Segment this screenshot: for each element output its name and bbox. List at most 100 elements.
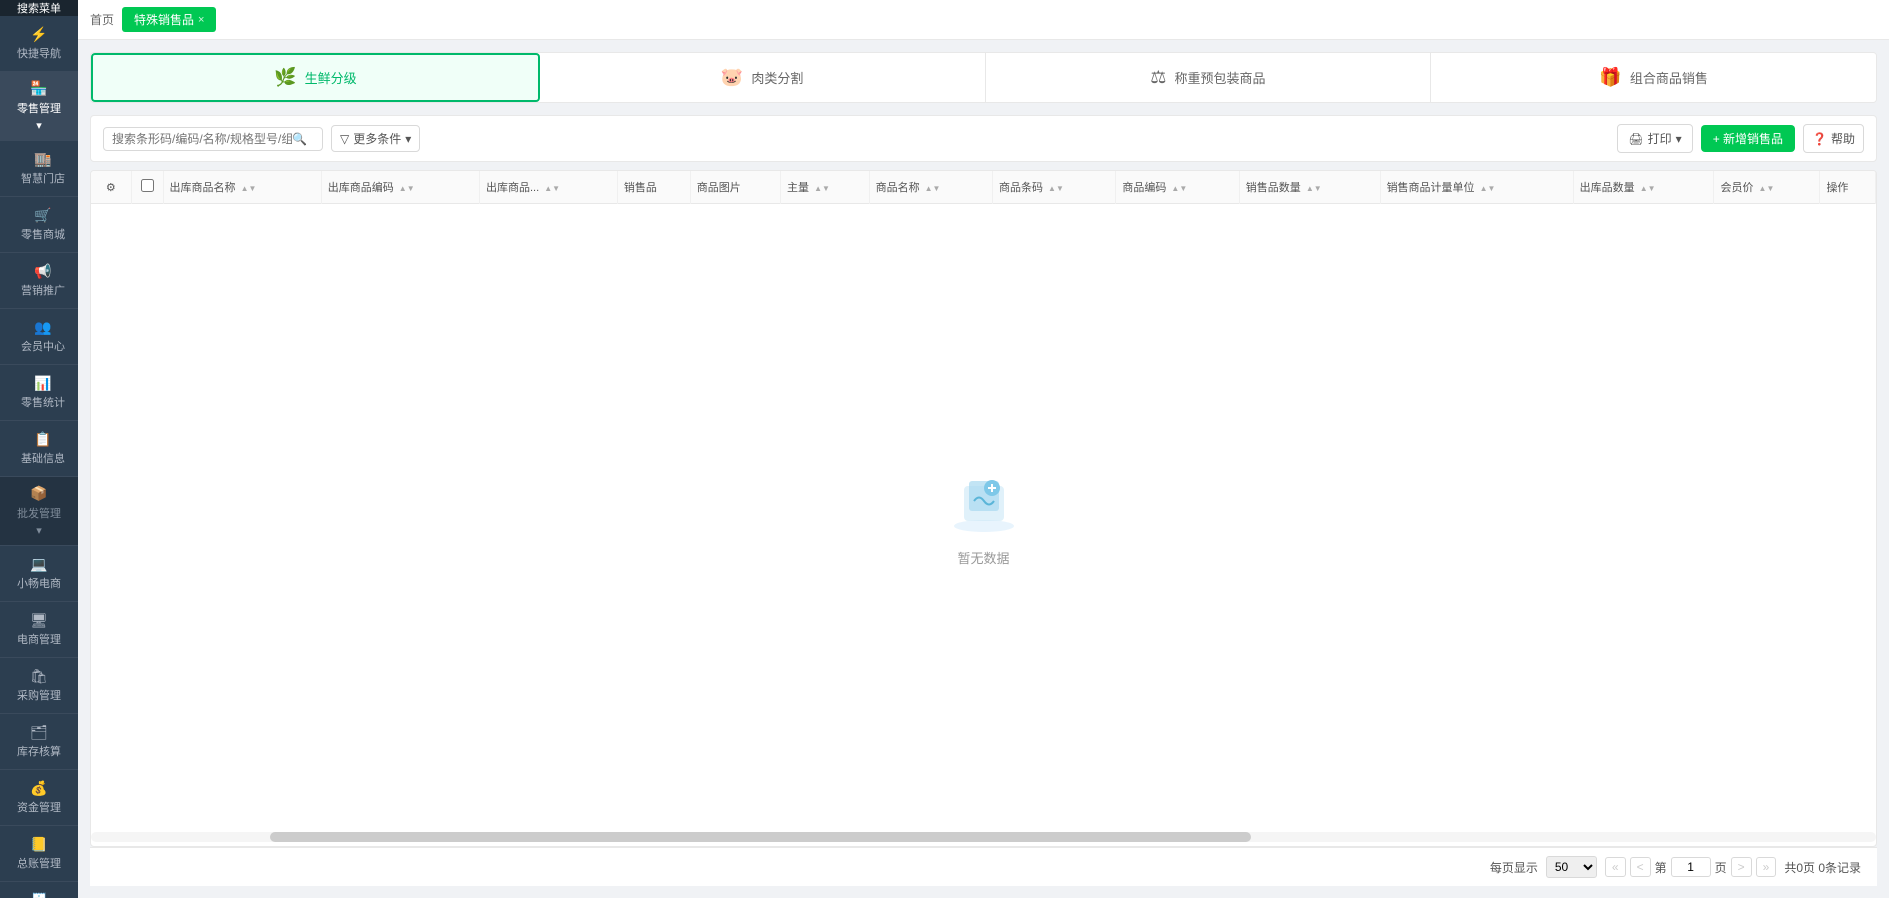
sidebar-item-smart-store[interactable]: 🏬 智慧门店 [0,141,78,197]
marketing-icon: 📢 [34,263,51,280]
sidebar-item-retail-mgmt[interactable]: 🏪 零售管理 ▾ [0,72,78,141]
first-page-button[interactable]: « [1605,857,1626,877]
column-settings-icon[interactable]: ⚙ [106,182,116,194]
tab-fresh-grading-label: 生鲜分级 [305,68,357,87]
tab-scale-prepack[interactable]: ⚖ 称重预包装商品 [986,53,1432,102]
th-product-code: 商品编码 ▲▼ [1116,171,1239,204]
help-icon: ❓ [1812,132,1827,146]
topbar-home[interactable]: 首页 [90,11,114,28]
sidebar-item-quick-nav[interactable]: ⚡ 快捷导航 [0,16,78,72]
th-settings[interactable]: ⚙ [91,171,131,204]
total-info: 共0页 0条记录 [1784,859,1861,876]
page-navigation: « < 第 页 > » [1605,857,1776,877]
per-page-select[interactable]: 10 20 50 100 [1546,856,1597,878]
th-member-price: 会员价 ▲▼ [1714,171,1820,204]
sort-arrows-member-price[interactable]: ▲▼ [1759,184,1775,193]
sort-arrows-product-code[interactable]: ▲▼ [1171,184,1187,193]
sort-arrows-out-name[interactable]: ▲▼ [241,184,257,193]
horizontal-scrollbar[interactable] [91,832,1876,842]
sidebar-item-marketing[interactable]: 📢 营销推广 [0,253,78,309]
fresh-grading-icon: 🌿 [274,67,296,88]
topbar: 首页 特殊销售品 × [78,0,1889,40]
empty-state-illustration [944,466,1024,536]
empty-state: 暂无数据 [91,204,1876,828]
sidebar-item-purchase[interactable]: 🛍 采购管理 [0,658,78,714]
filter-button[interactable]: ▽ 更多条件 ▾ [331,125,420,152]
invoice-icon: 🧾 [30,892,47,898]
sort-arrows-product-name[interactable]: ▲▼ [925,184,941,193]
page-input[interactable] [1671,857,1711,877]
ledger-icon: 📒 [30,836,47,853]
sidebar-item-retail-stats[interactable]: 📊 零售统计 [0,365,78,421]
sidebar-item-ecommerce-mgmt[interactable]: 🖥 电商管理 [0,602,78,658]
search-input-wrap[interactable]: 🔍 [103,127,323,151]
tab-scale-prepack-label: 称重预包装商品 [1174,68,1265,87]
search-icon[interactable]: 🔍 [292,132,307,146]
help-button[interactable]: ❓ 帮助 [1803,124,1864,153]
sidebar-item-ecommerce-small[interactable]: 💻 小畅电商 [0,546,78,602]
th-actions: 操作 [1820,171,1876,204]
horizontal-scrollbar-thumb[interactable] [270,832,1252,842]
sidebar-item-inventory[interactable]: 🗂 库存核算 [0,714,78,770]
next-page-button[interactable]: > [1731,857,1752,877]
quick-nav-icon: ⚡ [30,26,47,43]
sidebar-item-invoice[interactable]: 🧾 发票管理 [0,882,78,898]
sidebar-item-wholesale-mgmt[interactable]: 📦 批发管理 ▾ [0,477,78,546]
toolbar-left: 🔍 ▽ 更多条件 ▾ [103,125,420,152]
finance-icon: 💰 [30,780,47,797]
basic-info-retail-icon: 📋 [34,431,51,448]
sidebar-item-ledger[interactable]: 📒 总账管理 [0,826,78,882]
tab-fresh-grading[interactable]: 🌿 生鲜分级 [91,53,540,102]
sidebar-item-retail-mall[interactable]: 🛒 零售商城 [0,197,78,253]
sidebar-item-basic-info-retail[interactable]: 📋 基础信息 [0,421,78,477]
sort-arrows-out-code[interactable]: ▲▼ [399,184,415,193]
data-table-wrap: ⚙ 出库商品名称 ▲▼ 出库商品编码 ▲▼ [90,170,1877,847]
filter-label: 更多条件 [353,130,401,147]
print-icon: 🖨 [1628,132,1643,146]
th-product-name: 商品名称 ▲▼ [869,171,992,204]
retail-stats-icon: 📊 [34,375,51,392]
tab-meat-cutting[interactable]: 🐷 肉类分割 [540,53,986,102]
main-content: 首页 特殊销售品 × 🌿 生鲜分级 🐷 肉类分割 ⚖ 称重预包装商品 🎁 组合商… [78,0,1889,898]
sidebar-item-members[interactable]: 👥 会员中心 [0,309,78,365]
filter-arrow-icon: ▾ [405,132,411,146]
sort-arrows-sales-qty[interactable]: ▲▼ [1306,184,1322,193]
tab-combo-sales[interactable]: 🎁 组合商品销售 [1431,53,1876,102]
th-out-product-name: 出库商品名称 ▲▼ [163,171,321,204]
purchase-icon: 🛍 [30,668,48,685]
page-jump-label: 第 [1655,859,1667,876]
sort-arrows-out-qty[interactable]: ▲▼ [1640,184,1656,193]
print-label: 打印 [1648,130,1672,147]
sort-arrows-barcode[interactable]: ▲▼ [1048,184,1064,193]
toolbar-right: 🖨 打印 ▾ + 新增销售品 ❓ 帮助 [1617,124,1864,153]
data-table: ⚙ 出库商品名称 ▲▼ 出库商品编码 ▲▼ [91,171,1876,204]
sidebar-item-finance[interactable]: 💰 资金管理 [0,770,78,826]
tab-combo-sales-label: 组合商品销售 [1630,68,1708,87]
ecommerce-small-icon: 💻 [30,556,47,573]
sub-tabs-container: 🌿 生鲜分级 🐷 肉类分割 ⚖ 称重预包装商品 🎁 组合商品销售 [90,52,1877,103]
pagination: 每页显示 10 20 50 100 « < 第 页 > » 共0页 0条记录 [90,847,1877,886]
add-product-label: + 新增销售品 [1713,130,1783,147]
retail-mgmt-icon: 🏪 [30,80,47,97]
meat-cutting-icon: 🐷 [721,67,743,88]
select-all-checkbox[interactable] [141,179,154,192]
topbar-tab-close[interactable]: × [198,14,204,26]
th-checkbox[interactable] [131,171,163,204]
topbar-active-tab[interactable]: 特殊销售品 × [122,7,216,32]
sort-arrows-sales-unit[interactable]: ▲▼ [1480,184,1496,193]
search-input[interactable] [112,132,292,146]
chevron-down-icon-2: ▾ [36,524,42,537]
wholesale-mgmt-icon: 📦 [30,485,47,502]
sort-arrows-main-qty[interactable]: ▲▼ [814,184,830,193]
toolbar: 🔍 ▽ 更多条件 ▾ 🖨 打印 ▾ + 新增销售品 ❓ [90,115,1877,162]
sort-arrows-out-ellipsis[interactable]: ▲▼ [544,184,560,193]
members-icon: 👥 [34,319,51,336]
th-sales-qty: 销售品数量 ▲▼ [1239,171,1380,204]
add-product-button[interactable]: + 新增销售品 [1701,125,1795,152]
print-button[interactable]: 🖨 打印 ▾ [1617,124,1692,153]
sidebar: 搜索菜单 ⚡ 快捷导航 🏪 零售管理 ▾ 🏬 智慧门店 🛒 零售商城 📢 营销推… [0,0,78,898]
ecommerce-mgmt-icon: 🖥 [30,612,48,629]
last-page-button[interactable]: » [1756,857,1777,877]
prev-page-button[interactable]: < [1630,857,1651,877]
sidebar-logo[interactable]: 搜索菜单 [0,0,78,16]
